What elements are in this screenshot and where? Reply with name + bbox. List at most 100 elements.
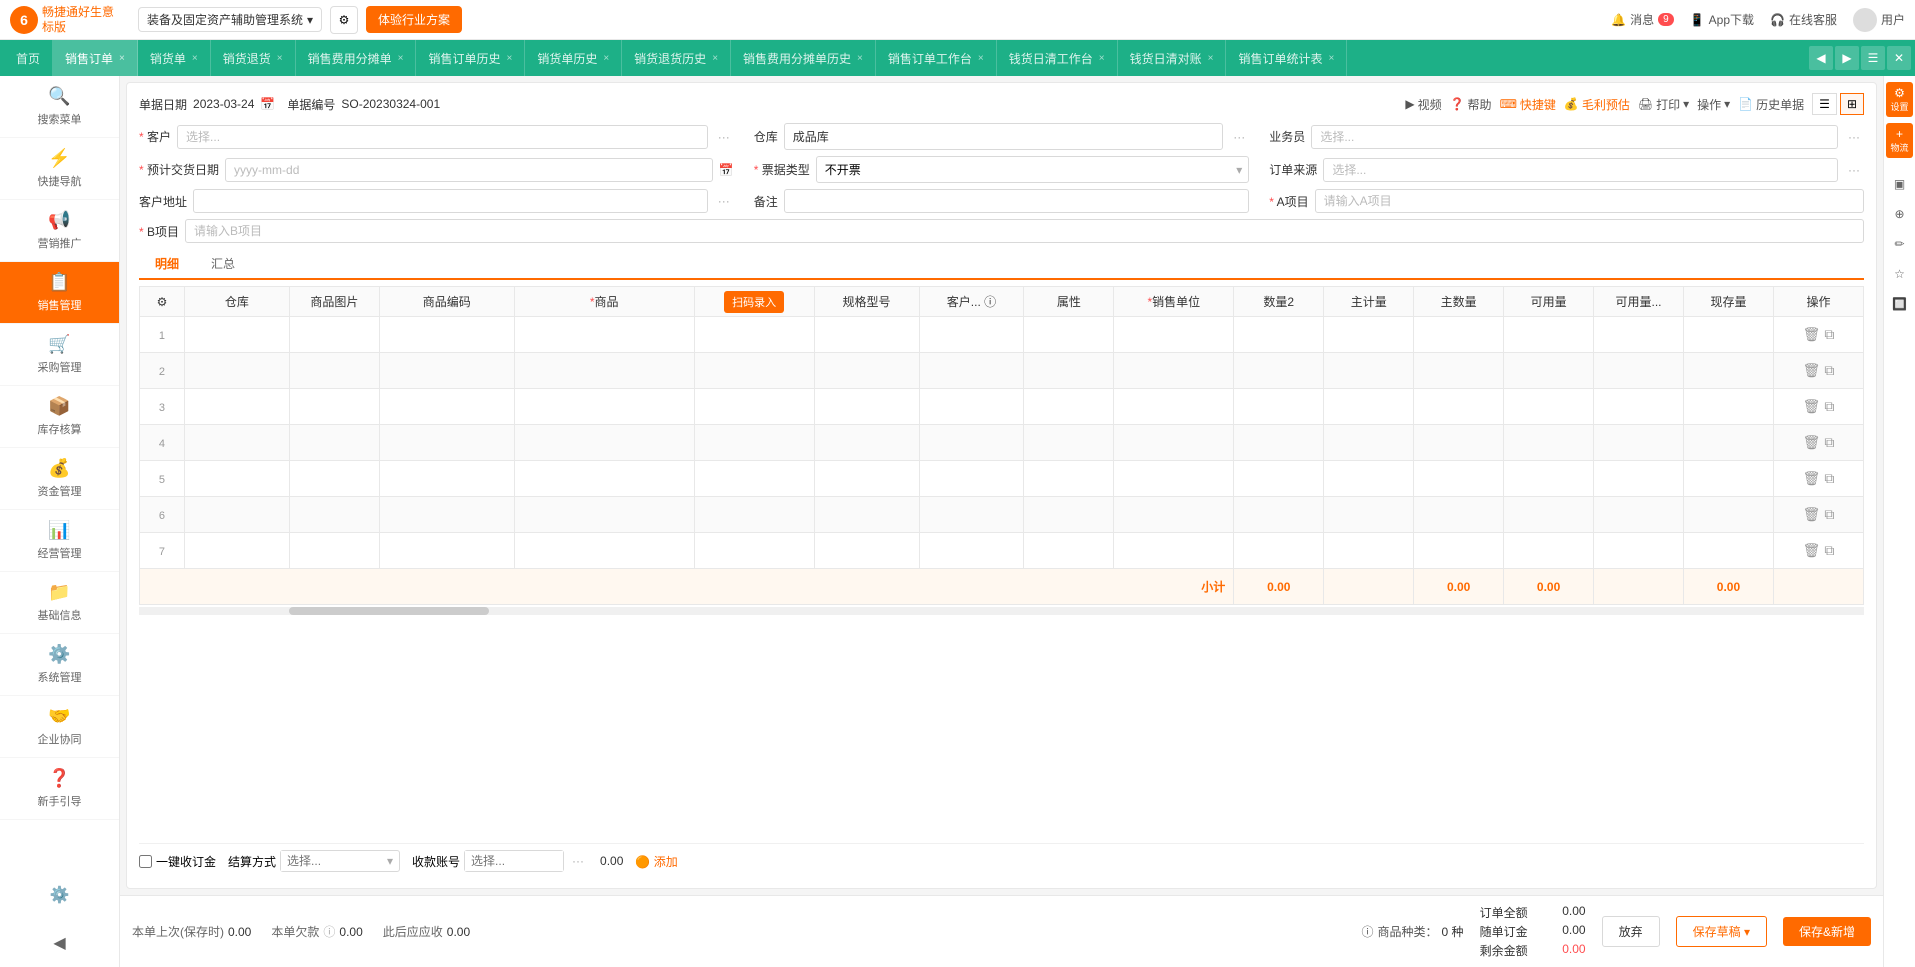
calendar-icon[interactable]: 📅 xyxy=(260,97,275,111)
copy-icon[interactable]: ⧉ xyxy=(1824,434,1834,451)
profit-estimate-button[interactable]: 💰 毛利预估 xyxy=(1564,96,1630,113)
online-service-button[interactable]: 🎧 在线客服 xyxy=(1770,11,1837,28)
tab-home[interactable]: 首页 xyxy=(4,40,53,76)
horizontal-scrollbar[interactable] xyxy=(139,607,1864,615)
delete-icon[interactable]: 🗑 xyxy=(1803,362,1821,379)
nav-menu-button[interactable]: ☰ xyxy=(1861,46,1885,70)
list-view-button[interactable]: ☰ xyxy=(1812,93,1837,115)
close-icon[interactable]: × xyxy=(277,53,283,64)
close-icon[interactable]: × xyxy=(1208,53,1214,64)
sidebar-item-sales[interactable]: 📋 销售管理 xyxy=(0,262,119,324)
delete-icon[interactable]: 🗑 xyxy=(1803,470,1821,487)
copy-icon[interactable]: ⧉ xyxy=(1824,470,1834,487)
salesperson-more-button[interactable]: ··· xyxy=(1844,130,1864,144)
sidebar-item-basic-info[interactable]: 📁 基础信息 xyxy=(0,572,119,634)
nav-close-button[interactable]: ✕ xyxy=(1887,46,1911,70)
save-new-button[interactable]: 保存&新增 xyxy=(1783,917,1871,946)
save-draft-button[interactable]: 保存草稿 ▾ xyxy=(1676,916,1767,947)
settlement-input[interactable] xyxy=(281,851,381,871)
close-icon[interactable]: × xyxy=(1099,53,1105,64)
sidebar-item-system[interactable]: ⚙️ 系统管理 xyxy=(0,634,119,696)
copy-icon[interactable]: ⧉ xyxy=(1824,542,1834,559)
video-button[interactable]: ▶ 视频 xyxy=(1405,96,1441,113)
right-settings-button[interactable]: ⚙ 设置 xyxy=(1886,82,1912,117)
delivery-date-input[interactable] xyxy=(225,158,713,182)
user-button[interactable]: 用户 xyxy=(1853,8,1905,32)
sidebar-item-marketing[interactable]: 📢 营销推广 xyxy=(0,200,119,262)
right-panel-btn-5[interactable]: 🔲 xyxy=(1886,290,1914,318)
right-panel-btn-4[interactable]: ☆ xyxy=(1886,260,1914,288)
tab-summary[interactable]: 汇总 xyxy=(195,249,251,278)
print-button[interactable]: 🖨 打印 ▾ xyxy=(1638,96,1689,113)
receipt-input[interactable] xyxy=(465,851,563,871)
a-project-input[interactable] xyxy=(1315,189,1864,213)
sidebar-item-finance[interactable]: 💰 资金管理 xyxy=(0,448,119,510)
nav-left-button[interactable]: ◀ xyxy=(1809,46,1833,70)
sidebar-item-navigation[interactable]: ⚡ 快捷导航 xyxy=(0,138,119,200)
invoice-type-select[interactable]: 不开票 ▾ xyxy=(816,156,1250,183)
tab-order-stats[interactable]: 销售订单统计表 × xyxy=(1226,40,1347,76)
scan-button[interactable]: 扫码录入 xyxy=(724,291,784,313)
salesperson-input[interactable] xyxy=(1311,125,1838,149)
sidebar-item-purchase[interactable]: 🛒 采购管理 xyxy=(0,324,119,386)
tab-sales-bill-history[interactable]: 销货单历史 × xyxy=(525,40,622,76)
tab-workbench[interactable]: 销售订单工作台 × xyxy=(876,40,997,76)
customer-more-button[interactable]: ··· xyxy=(714,130,734,144)
tab-sales-return[interactable]: 销货退货 × xyxy=(211,40,296,76)
quick-pay-checkbox[interactable]: 一键收订金 xyxy=(139,853,216,870)
tab-fee-history[interactable]: 销售费用分摊单历史 × xyxy=(731,40,876,76)
tab-return-history[interactable]: 销货退货历史 × xyxy=(622,40,731,76)
sidebar-collapse-button[interactable]: ◀ xyxy=(0,919,119,967)
order-source-input[interactable] xyxy=(1323,158,1838,182)
close-icon[interactable]: × xyxy=(857,53,863,64)
column-settings-icon[interactable]: ⚙ xyxy=(157,295,168,309)
tab-sales-order-history[interactable]: 销售订单历史 × xyxy=(416,40,525,76)
copy-icon[interactable]: ⧉ xyxy=(1824,362,1834,379)
right-panel-btn-3[interactable]: ✏ xyxy=(1886,230,1914,258)
help-button[interactable]: ❓ 帮助 xyxy=(1450,96,1492,113)
tab-sales-fee[interactable]: 销售费用分摊单 × xyxy=(296,40,417,76)
system-selector[interactable]: 装备及固定资产辅助管理系统 ▾ xyxy=(138,7,322,32)
sidebar-item-enterprise[interactable]: 🤝 企业协同 xyxy=(0,696,119,758)
sidebar-settings-button[interactable]: ⚙️ xyxy=(0,871,119,919)
col-scan[interactable]: 扫码录入 xyxy=(694,287,814,317)
customer-input[interactable] xyxy=(177,125,708,149)
note-input[interactable] xyxy=(784,189,1250,213)
address-more-button[interactable]: ··· xyxy=(714,194,734,208)
order-source-more-button[interactable]: ··· xyxy=(1844,163,1864,177)
add-button[interactable]: 🟠 添加 xyxy=(635,853,677,870)
receipt-select[interactable] xyxy=(464,850,564,872)
industry-button[interactable]: 体验行业方案 xyxy=(366,6,462,33)
delete-icon[interactable]: 🗑 xyxy=(1803,434,1821,451)
discard-button[interactable]: 放弃 xyxy=(1602,916,1660,947)
tab-daily-reconcile[interactable]: 钱货日清对账 × xyxy=(1118,40,1227,76)
right-logistics-button[interactable]: + 物流 xyxy=(1886,123,1912,158)
close-icon[interactable]: × xyxy=(119,53,125,64)
close-icon[interactable]: × xyxy=(712,53,718,64)
app-download-button[interactable]: 📱 App下载 xyxy=(1690,11,1754,28)
tab-sales-bill[interactable]: 销货单 × xyxy=(138,40,211,76)
operation-button[interactable]: 操作 ▾ xyxy=(1697,96,1730,113)
delete-icon[interactable]: 🗑 xyxy=(1803,398,1821,415)
copy-icon[interactable]: ⧉ xyxy=(1824,506,1834,523)
close-icon[interactable]: × xyxy=(603,53,609,64)
right-panel-btn-1[interactable]: ▣ xyxy=(1886,170,1914,198)
notification-button[interactable]: 🔔 消息 9 xyxy=(1611,11,1674,28)
tab-daily-workbench[interactable]: 钱货日清工作台 × xyxy=(997,40,1118,76)
close-icon[interactable]: × xyxy=(192,53,198,64)
grid-view-button[interactable]: ⊞ xyxy=(1840,93,1864,115)
sidebar-item-search[interactable]: 🔍 搜索菜单 xyxy=(0,76,119,138)
sidebar-item-operations[interactable]: 📊 经营管理 xyxy=(0,510,119,572)
close-icon[interactable]: × xyxy=(506,53,512,64)
col-settings[interactable]: ⚙ xyxy=(140,287,185,317)
date-icon[interactable]: 📅 xyxy=(719,163,734,177)
sidebar-item-inventory[interactable]: 📦 库存核算 xyxy=(0,386,119,448)
settlement-select[interactable]: ▾ xyxy=(280,850,400,872)
quick-pay-input[interactable] xyxy=(139,855,152,868)
nav-right-button[interactable]: ▶ xyxy=(1835,46,1859,70)
customer-address-input[interactable] xyxy=(193,189,708,213)
tab-sales-order[interactable]: 销售订单 × xyxy=(53,40,138,76)
right-panel-btn-2[interactable]: ⊕ xyxy=(1886,200,1914,228)
delete-icon[interactable]: 🗑 xyxy=(1803,542,1821,559)
close-icon[interactable]: × xyxy=(1328,53,1334,64)
